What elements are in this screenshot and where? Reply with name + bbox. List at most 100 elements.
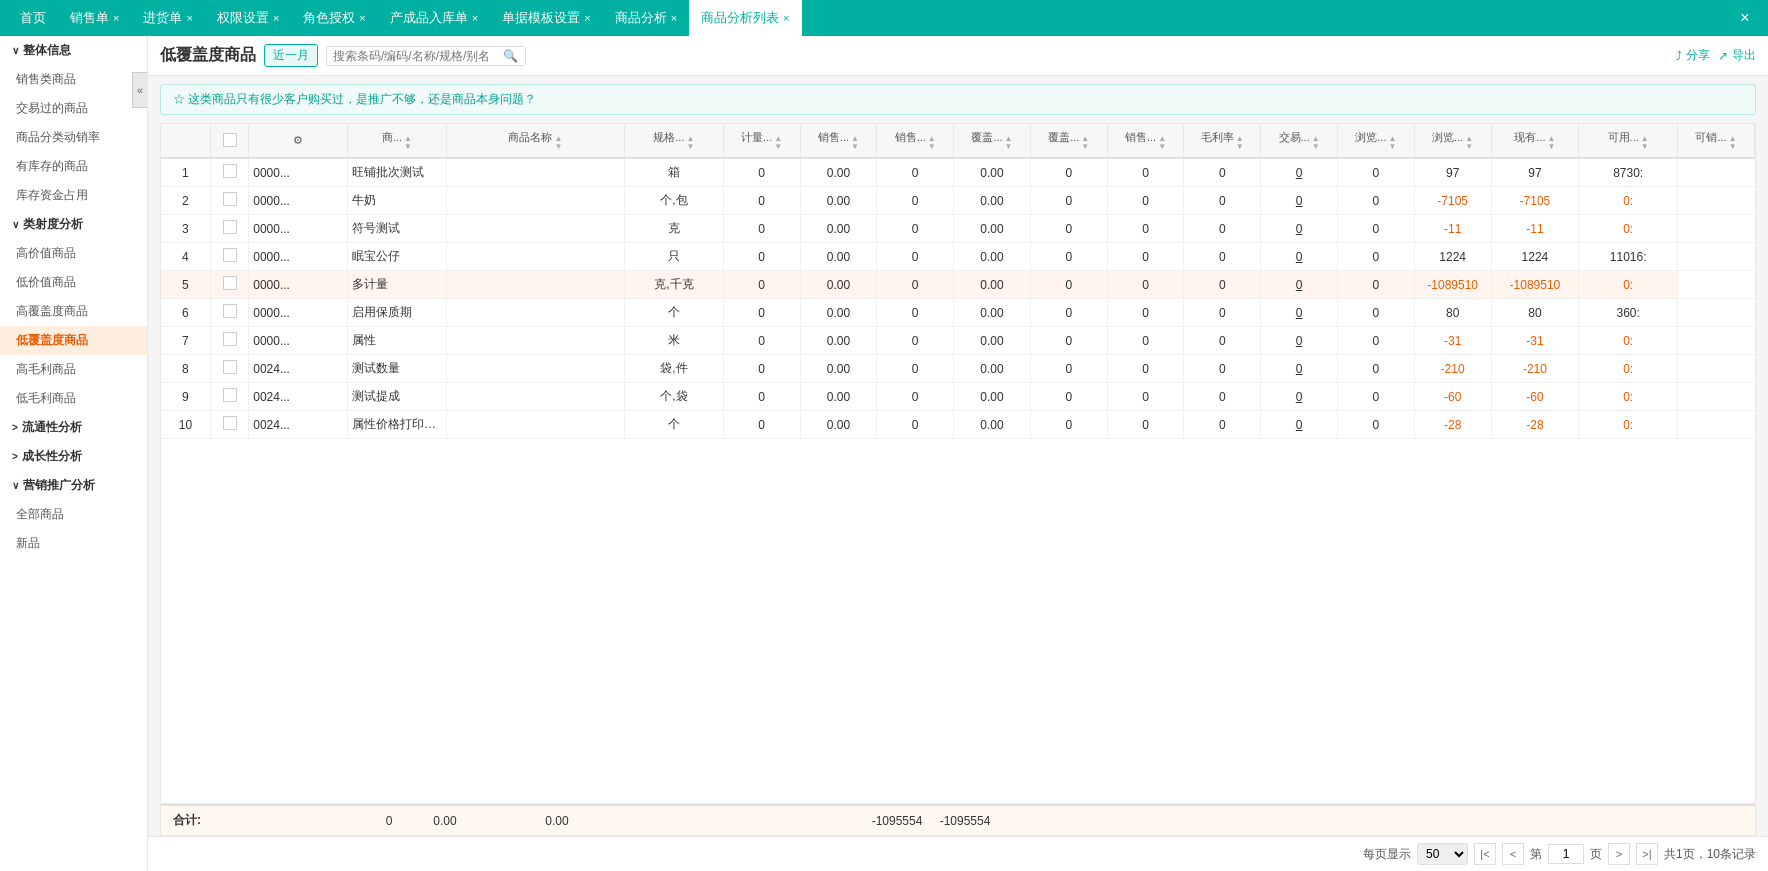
sidebar-group-growth[interactable]: > 成长性分析 xyxy=(0,442,147,471)
row-checkbox-cell[interactable] xyxy=(210,243,248,271)
row-browse1[interactable]: 0 xyxy=(1261,299,1338,327)
row-checkbox[interactable] xyxy=(223,360,237,374)
sidebar-collapse-button[interactable]: « xyxy=(132,72,148,108)
sidebar-group-overview[interactable]: ∨ 整体信息 xyxy=(0,36,147,65)
col-header-avail[interactable]: 可用...▲▼ xyxy=(1579,124,1678,158)
sidebar-item-low-value[interactable]: 低价值商品 xyxy=(0,268,147,297)
col-header-cov1[interactable]: 覆盖...▲▼ xyxy=(954,124,1031,158)
row-checkbox[interactable] xyxy=(223,192,237,206)
row-checkbox[interactable] xyxy=(223,304,237,318)
row-checkbox-cell[interactable] xyxy=(210,215,248,243)
nav-close-purchase[interactable]: × xyxy=(186,12,192,24)
sidebar-group-liquidity[interactable]: > 流通性分析 xyxy=(0,413,147,442)
nav-role[interactable]: 角色授权 × xyxy=(291,0,377,36)
sidebar-item-high-value[interactable]: 高价值商品 xyxy=(0,239,147,268)
sidebar-group-marketing[interactable]: ∨ 营销推广分析 xyxy=(0,471,147,500)
row-browse1[interactable]: 0 xyxy=(1261,271,1338,299)
row-checkbox[interactable] xyxy=(223,276,237,290)
nav-analysis-list[interactable]: 商品分析列表 × xyxy=(689,0,801,36)
col-header-sale-qty[interactable]: 销售...▲▼ xyxy=(800,124,877,158)
share-button[interactable]: ⤴ 分享 xyxy=(1676,47,1710,64)
nav-close-role[interactable]: × xyxy=(359,12,365,24)
next-page-button[interactable]: > xyxy=(1608,843,1630,865)
row-checkbox[interactable] xyxy=(223,332,237,346)
col-header-sellable[interactable]: 可销...▲▼ xyxy=(1678,124,1755,158)
nav-close-sales[interactable]: × xyxy=(113,12,119,24)
per-page-select[interactable]: 50 100 200 xyxy=(1417,843,1468,865)
row-browse1[interactable]: 0 xyxy=(1261,243,1338,271)
row-browse1[interactable]: 0 xyxy=(1261,327,1338,355)
row-browse1[interactable]: 0 xyxy=(1261,187,1338,215)
row-browse1[interactable]: 0 xyxy=(1261,411,1338,439)
prev-page-button[interactable]: < xyxy=(1502,843,1524,865)
row-browse1[interactable]: 0 xyxy=(1261,158,1338,187)
nav-close-permission[interactable]: × xyxy=(273,12,279,24)
row-checkbox[interactable] xyxy=(223,164,237,178)
row-checkbox-cell[interactable] xyxy=(210,327,248,355)
sidebar-group-coverage[interactable]: ∨ 类射度分析 xyxy=(0,210,147,239)
col-header-sale-amt[interactable]: 销售...▲▼ xyxy=(877,124,954,158)
row-sale-amt: 0.00 xyxy=(800,355,877,383)
row-browse2: 0 xyxy=(1337,271,1414,299)
search-input[interactable] xyxy=(333,49,503,63)
page-number-input[interactable] xyxy=(1548,844,1584,864)
row-checkbox-cell[interactable] xyxy=(210,411,248,439)
sidebar-item-category-turnover[interactable]: 商品分类动销率 xyxy=(0,123,147,152)
col-header-trade[interactable]: 交易...▲▼ xyxy=(1261,124,1338,158)
window-close-button[interactable]: × xyxy=(1730,0,1760,36)
nav-product-entry[interactable]: 产成品入库单 × xyxy=(378,0,490,36)
sidebar-item-inventory-capital[interactable]: 库存资金占用 xyxy=(0,181,147,210)
row-checkbox[interactable] xyxy=(223,416,237,430)
nav-close-template[interactable]: × xyxy=(584,12,590,24)
sidebar-item-new-goods[interactable]: 新品 xyxy=(0,529,147,558)
nav-close-analysis[interactable]: × xyxy=(671,12,677,24)
row-checkbox[interactable] xyxy=(223,248,237,262)
data-table-container[interactable]: ⚙ 商...▲▼ 商品名称▲▼ 规格...▲▼ 计量...▲▼ xyxy=(160,123,1756,804)
row-checkbox-cell[interactable] xyxy=(210,355,248,383)
nav-home[interactable]: 首页 xyxy=(8,0,58,36)
select-all-checkbox[interactable] xyxy=(223,133,237,147)
row-checkbox[interactable] xyxy=(223,388,237,402)
nav-purchase[interactable]: 进货单 × xyxy=(131,0,204,36)
col-header-browse2[interactable]: 浏览...▲▼ xyxy=(1414,124,1491,158)
filter-button[interactable]: 近一月 xyxy=(264,44,318,67)
col-header-sale3[interactable]: 销售...▲▼ xyxy=(1107,124,1184,158)
row-browse1[interactable]: 0 xyxy=(1261,215,1338,243)
row-checkbox-cell[interactable] xyxy=(210,383,248,411)
col-header-stock1[interactable]: 现有...▲▼ xyxy=(1491,124,1579,158)
col-header-code[interactable]: ⚙ xyxy=(249,124,348,158)
row-checkbox-cell[interactable] xyxy=(210,299,248,327)
first-page-button[interactable]: |< xyxy=(1474,843,1496,865)
last-page-button[interactable]: >| xyxy=(1636,843,1658,865)
nav-close-product-entry[interactable]: × xyxy=(472,12,478,24)
col-header-unit[interactable]: 计量...▲▼ xyxy=(723,124,800,158)
search-icon[interactable]: 🔍 xyxy=(503,49,518,63)
export-button[interactable]: ↗ 导出 xyxy=(1718,47,1756,64)
sidebar-item-in-stock-goods[interactable]: 有库存的商品 xyxy=(0,152,147,181)
nav-sales[interactable]: 销售单 × xyxy=(58,0,131,36)
col-header-spec[interactable]: 规格...▲▼ xyxy=(624,124,723,158)
nav-analysis[interactable]: 商品分析 × xyxy=(603,0,689,36)
sidebar-item-traded-goods[interactable]: 交易过的商品 xyxy=(0,94,147,123)
row-browse1[interactable]: 0 xyxy=(1261,383,1338,411)
row-checkbox-cell[interactable] xyxy=(210,187,248,215)
sidebar-item-low-margin[interactable]: 低毛利商品 xyxy=(0,384,147,413)
col-header-cov2[interactable]: 覆盖...▲▼ xyxy=(1030,124,1107,158)
col-header-gross[interactable]: 毛利率▲▼ xyxy=(1184,124,1261,158)
sidebar-item-high-margin[interactable]: 高毛利商品 xyxy=(0,355,147,384)
nav-close-analysis-list[interactable]: × xyxy=(783,12,789,24)
sidebar-item-all-goods[interactable]: 全部商品 xyxy=(0,500,147,529)
sidebar-item-low-coverage[interactable]: 低覆盖度商品 xyxy=(0,326,147,355)
row-browse1[interactable]: 0 xyxy=(1261,355,1338,383)
col-header-browse1[interactable]: 浏览...▲▼ xyxy=(1337,124,1414,158)
row-checkbox[interactable] xyxy=(223,220,237,234)
sidebar-item-sales-goods[interactable]: 销售类商品 xyxy=(0,65,147,94)
row-checkbox-cell[interactable] xyxy=(210,271,248,299)
col-header-name[interactable]: 商品名称▲▼ xyxy=(446,124,624,158)
settings-icon[interactable]: ⚙ xyxy=(293,134,303,146)
row-checkbox-cell[interactable] xyxy=(210,158,248,187)
sidebar-item-high-coverage[interactable]: 高覆盖度商品 xyxy=(0,297,147,326)
nav-template[interactable]: 单据模板设置 × xyxy=(490,0,602,36)
col-header-code2[interactable]: 商...▲▼ xyxy=(347,124,446,158)
nav-permission[interactable]: 权限设置 × xyxy=(205,0,291,36)
